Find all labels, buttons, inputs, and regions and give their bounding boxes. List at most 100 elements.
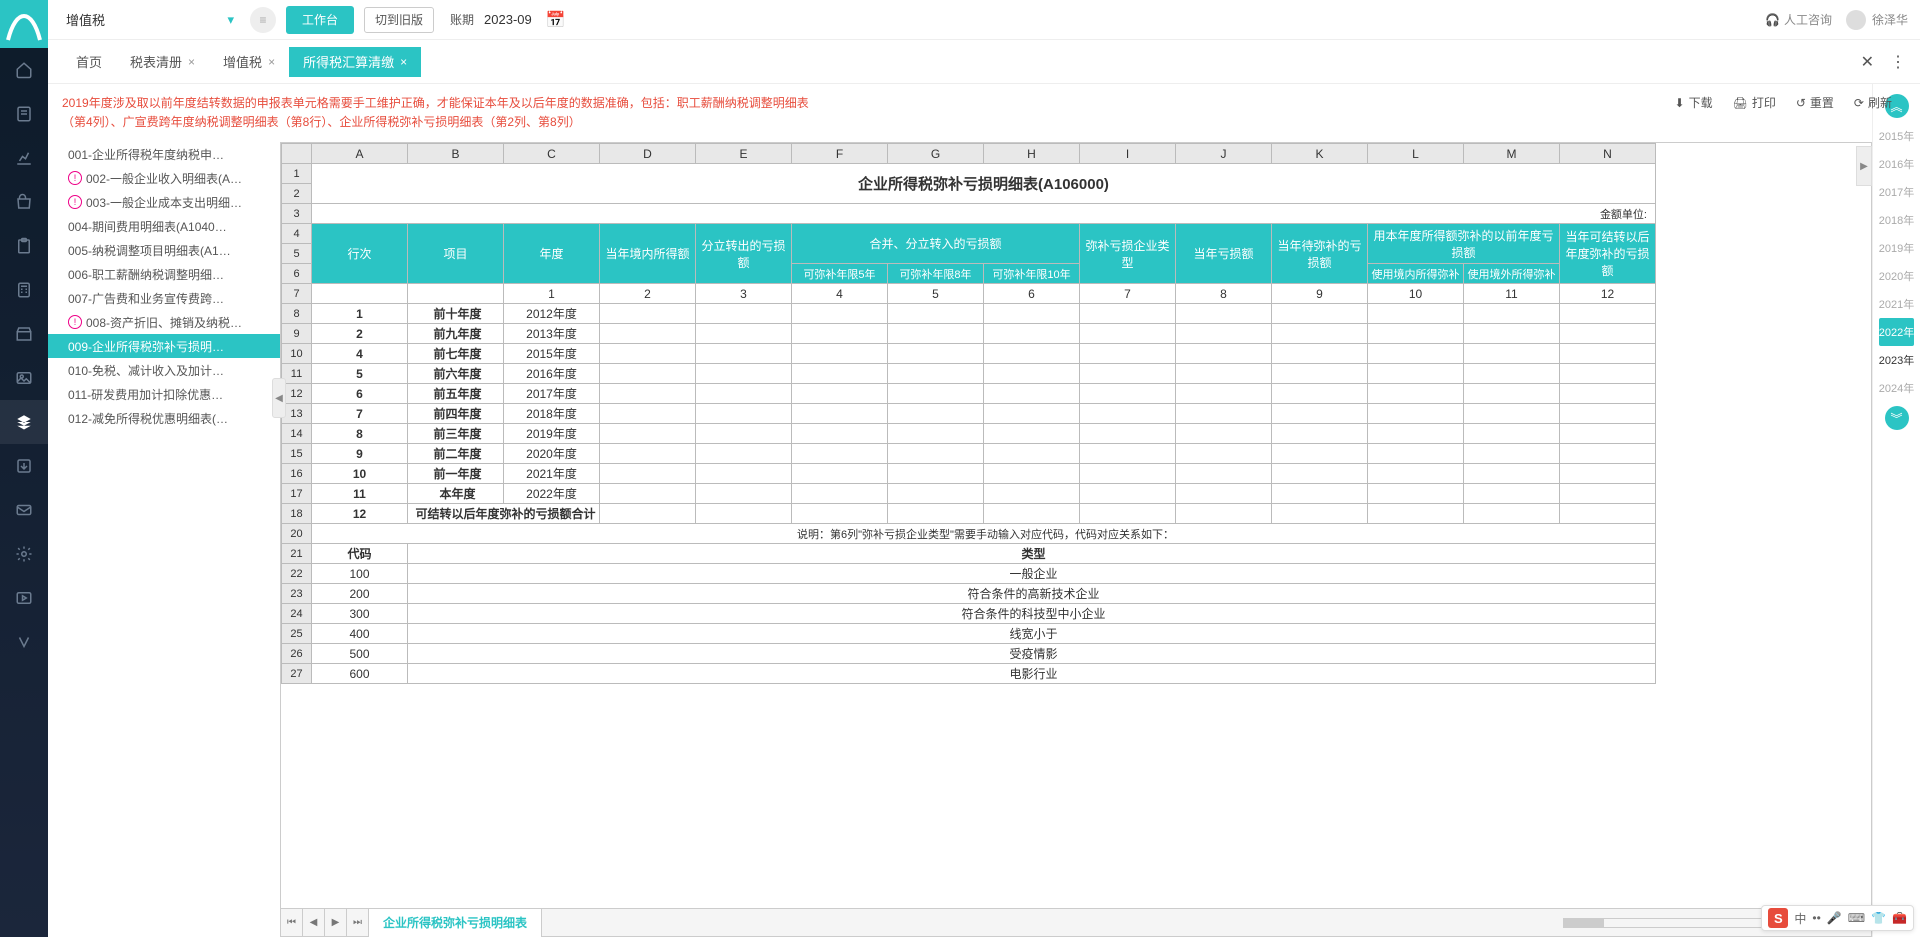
cell[interactable]: [984, 504, 1080, 524]
cell[interactable]: 300: [312, 604, 408, 624]
cell[interactable]: 3: [696, 284, 792, 304]
year-2020年[interactable]: 2020年: [1879, 262, 1914, 290]
close-icon[interactable]: ×: [400, 55, 407, 69]
cell[interactable]: 4: [792, 284, 888, 304]
cell[interactable]: 线宽小于: [408, 624, 1656, 644]
cell[interactable]: [1464, 384, 1560, 404]
nav-image-icon[interactable]: [0, 356, 48, 400]
cell[interactable]: [1080, 364, 1176, 384]
close-icon[interactable]: ×: [268, 55, 275, 69]
cell[interactable]: 9: [1272, 284, 1368, 304]
cell[interactable]: [984, 404, 1080, 424]
cell[interactable]: 代码: [312, 544, 408, 564]
row-header[interactable]: 8: [282, 304, 312, 324]
cell[interactable]: 前十年度: [408, 304, 504, 324]
cell[interactable]: [1368, 484, 1464, 504]
cell[interactable]: [984, 424, 1080, 444]
nav-store-icon[interactable]: [0, 312, 48, 356]
nav-v-icon[interactable]: [0, 620, 48, 664]
cell[interactable]: 前四年度: [408, 404, 504, 424]
cell[interactable]: [1176, 324, 1272, 344]
cell[interactable]: [792, 444, 888, 464]
cell[interactable]: [888, 444, 984, 464]
cell[interactable]: 1: [504, 284, 600, 304]
cell[interactable]: [600, 424, 696, 444]
close-icon[interactable]: ×: [188, 55, 195, 69]
row-header[interactable]: 26: [282, 644, 312, 664]
col-header[interactable]: D: [600, 144, 696, 164]
tree-item[interactable]: 005-纳税调整项目明细表(A1…: [48, 238, 280, 262]
period-value[interactable]: 2023-09: [484, 12, 532, 27]
tax-type-dropdown[interactable]: 增值税 ▾: [60, 6, 240, 34]
cell[interactable]: [1560, 464, 1656, 484]
cell[interactable]: [1560, 324, 1656, 344]
cell[interactable]: 电影行业: [408, 664, 1656, 684]
cell[interactable]: 2013年度: [504, 324, 600, 344]
cell[interactable]: [792, 364, 888, 384]
cell[interactable]: [792, 384, 888, 404]
cell[interactable]: [1464, 324, 1560, 344]
cell[interactable]: 可结转以后年度弥补的亏损额合计: [408, 504, 600, 524]
cell[interactable]: [600, 484, 696, 504]
cell[interactable]: 前一年度: [408, 464, 504, 484]
cell[interactable]: [1080, 464, 1176, 484]
cell[interactable]: [1080, 424, 1176, 444]
cell[interactable]: [1272, 344, 1368, 364]
ime-toolbar[interactable]: S 中 •• 🎤 ⌨ 👕 🧰: [1761, 905, 1914, 931]
cell[interactable]: [600, 464, 696, 484]
year-down-icon[interactable]: ︾: [1885, 406, 1909, 430]
row-header[interactable]: 18: [282, 504, 312, 524]
cell[interactable]: [1272, 384, 1368, 404]
expand-right-handle[interactable]: ▶: [1856, 146, 1872, 186]
cell[interactable]: 10: [1368, 284, 1464, 304]
tab-首页[interactable]: 首页: [62, 47, 116, 77]
tree-item[interactable]: 009-企业所得税弥补亏损明…: [48, 334, 280, 358]
cell[interactable]: [1176, 344, 1272, 364]
cell[interactable]: [1368, 404, 1464, 424]
calendar-icon[interactable]: 📅: [546, 10, 566, 30]
cell[interactable]: 5: [312, 364, 408, 384]
year-2019年[interactable]: 2019年: [1879, 234, 1914, 262]
cell[interactable]: [792, 504, 888, 524]
cell[interactable]: [600, 504, 696, 524]
cell[interactable]: [1176, 484, 1272, 504]
cell[interactable]: [984, 304, 1080, 324]
cell[interactable]: [888, 384, 984, 404]
cell[interactable]: [1560, 364, 1656, 384]
cell[interactable]: [792, 484, 888, 504]
cell[interactable]: [1560, 444, 1656, 464]
cell[interactable]: 前五年度: [408, 384, 504, 404]
cell[interactable]: 符合条件的高新技术企业: [408, 584, 1656, 604]
year-2023年[interactable]: 2023年: [1879, 346, 1914, 374]
cell[interactable]: [1080, 484, 1176, 504]
cell[interactable]: [696, 364, 792, 384]
spreadsheet[interactable]: ABCDEFGHIJKLMN1企业所得税弥补亏损明细表(A106000)23金额…: [280, 142, 1872, 909]
col-header[interactable]: M: [1464, 144, 1560, 164]
row-header[interactable]: 5: [282, 244, 312, 264]
cell[interactable]: [1464, 444, 1560, 464]
cell[interactable]: [888, 304, 984, 324]
cell[interactable]: [1272, 464, 1368, 484]
cell[interactable]: 一般企业: [408, 564, 1656, 584]
cell[interactable]: 6: [984, 284, 1080, 304]
user-menu[interactable]: 徐泽华: [1846, 10, 1908, 30]
row-header[interactable]: 4: [282, 224, 312, 244]
app-logo[interactable]: [0, 0, 48, 48]
cell[interactable]: [600, 404, 696, 424]
cell[interactable]: [1272, 504, 1368, 524]
row-header[interactable]: 27: [282, 664, 312, 684]
cell[interactable]: [888, 364, 984, 384]
col-header[interactable]: K: [1272, 144, 1368, 164]
cell[interactable]: [600, 444, 696, 464]
row-header[interactable]: 11: [282, 364, 312, 384]
cell[interactable]: [600, 344, 696, 364]
cell[interactable]: 2: [600, 284, 696, 304]
ime-tool-icon[interactable]: 🧰: [1892, 911, 1907, 925]
cell[interactable]: [984, 444, 1080, 464]
cell[interactable]: [408, 284, 504, 304]
cell[interactable]: [888, 424, 984, 444]
cell[interactable]: [984, 484, 1080, 504]
cell[interactable]: 前七年度: [408, 344, 504, 364]
cell[interactable]: [792, 344, 888, 364]
cell[interactable]: [696, 344, 792, 364]
